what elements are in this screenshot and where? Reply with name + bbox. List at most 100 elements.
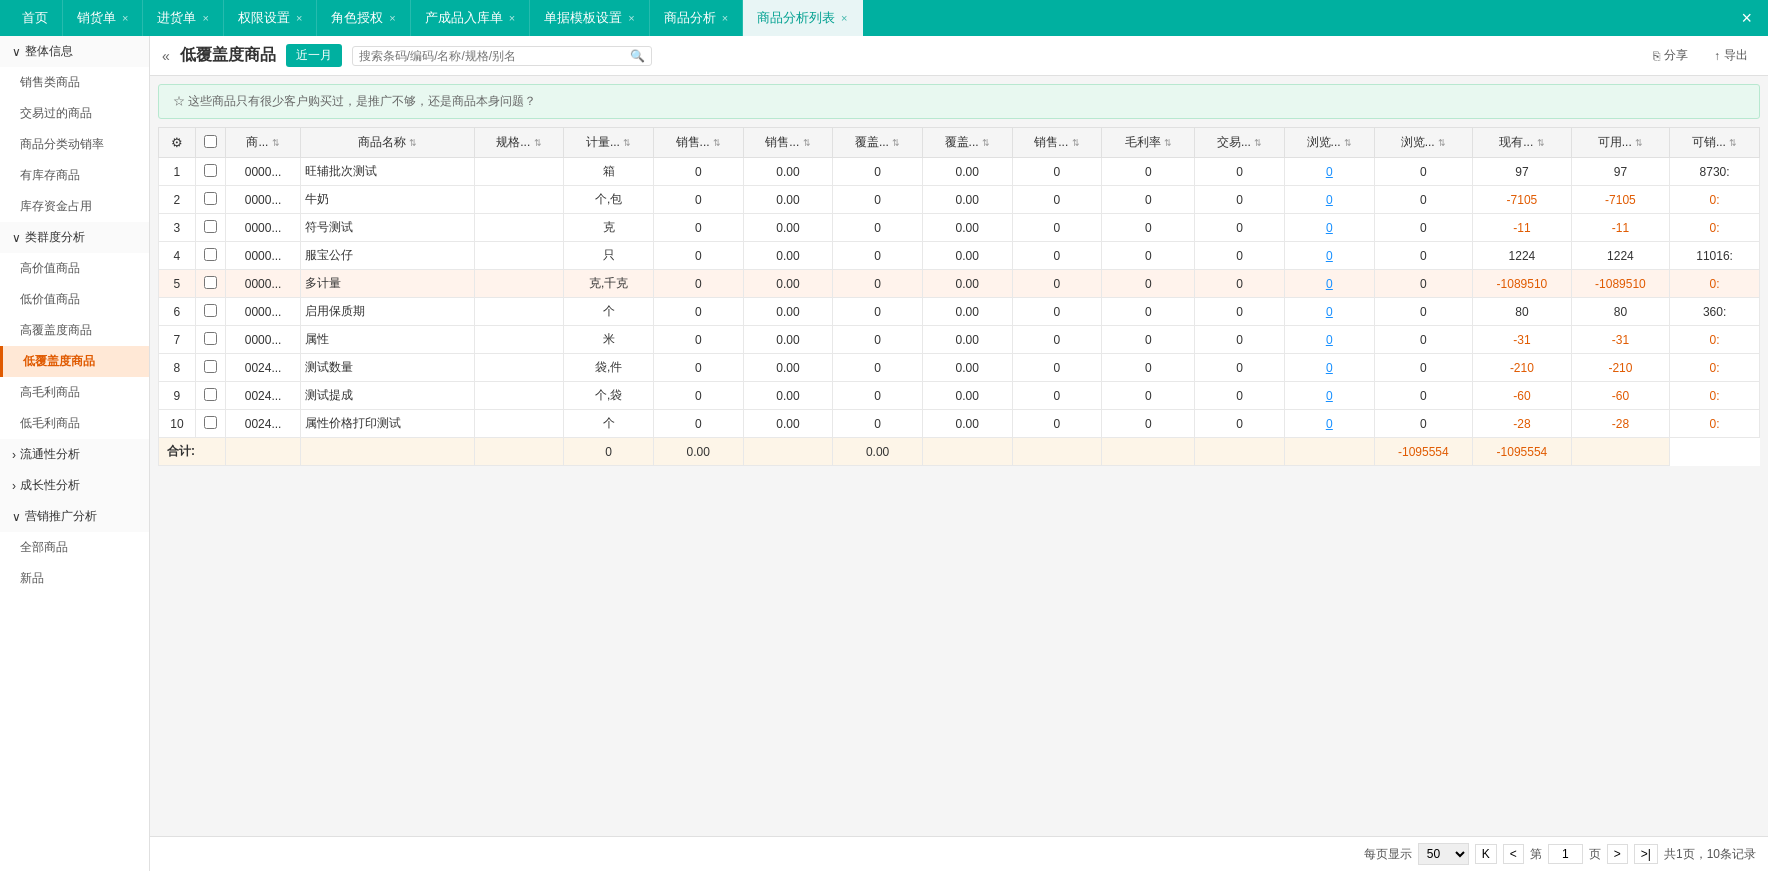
first-page-btn[interactable]: K [1475, 844, 1497, 864]
prev-page-btn[interactable]: < [1503, 844, 1524, 864]
col-unit[interactable]: 计量... ⇅ [564, 128, 654, 158]
row-unit: 个 [564, 410, 654, 438]
nav-purchase-order[interactable]: 进货单 × [143, 0, 223, 36]
row-checkbox[interactable] [204, 248, 217, 261]
last-page-btn[interactable]: >| [1634, 844, 1658, 864]
col-view2[interactable]: 浏览... ⇅ [1374, 128, 1473, 158]
col-current-stock[interactable]: 现有... ⇅ [1473, 128, 1572, 158]
col-trade[interactable]: 交易... ⇅ [1195, 128, 1285, 158]
row-checkbox[interactable] [204, 416, 217, 429]
row-view1[interactable]: 0 [1284, 158, 1374, 186]
col-coverage2[interactable]: 覆盖... ⇅ [922, 128, 1012, 158]
sidebar-item-all-goods[interactable]: 全部商品 [0, 532, 149, 563]
nav-product-analysis-list[interactable]: 商品分析列表 × [743, 0, 862, 36]
sidebar-group-liquidity[interactable]: › 流通性分析 [0, 439, 149, 470]
nav-close-icon[interactable]: × [722, 12, 728, 24]
date-filter-button[interactable]: 近一月 [286, 44, 342, 67]
collapse-sidebar-btn[interactable]: « [162, 48, 170, 64]
col-sales3[interactable]: 销售... ⇅ [1012, 128, 1102, 158]
sidebar-item-high-coverage[interactable]: 高覆盖度商品 [0, 315, 149, 346]
row-checkbox[interactable] [204, 388, 217, 401]
nav-close-icon[interactable]: × [296, 12, 302, 24]
nav-role-auth[interactable]: 角色授权 × [317, 0, 410, 36]
row-checkbox[interactable] [204, 332, 217, 345]
sidebar-group-overall[interactable]: ∨ 整体信息 [0, 36, 149, 67]
row-view1[interactable]: 0 [1284, 270, 1374, 298]
col-available-stock[interactable]: 可用... ⇅ [1571, 128, 1670, 158]
share-button[interactable]: ⎘ 分享 [1645, 44, 1696, 67]
row-checkbox[interactable] [204, 304, 217, 317]
col-coverage1[interactable]: 覆盖... ⇅ [833, 128, 923, 158]
sidebar-item-traded-goods[interactable]: 交易过的商品 [0, 98, 149, 129]
search-icon[interactable]: 🔍 [630, 49, 645, 63]
col-name[interactable]: 商品名称 ⇅ [301, 128, 474, 158]
row-view1[interactable]: 0 [1284, 214, 1374, 242]
row-no: 9 [159, 382, 196, 410]
sidebar-item-low-value[interactable]: 低价值商品 [0, 284, 149, 315]
row-checkbox[interactable] [204, 220, 217, 233]
col-settings[interactable]: ⚙ [159, 128, 196, 158]
search-input[interactable] [359, 49, 630, 63]
row-view1[interactable]: 0 [1284, 410, 1374, 438]
nav-sales-order[interactable]: 销货单 × [63, 0, 143, 36]
row-unit: 克 [564, 214, 654, 242]
sidebar-item-high-value[interactable]: 高价值商品 [0, 253, 149, 284]
sidebar-group-cluster[interactable]: ∨ 类群度分析 [0, 222, 149, 253]
sidebar-item-low-coverage[interactable]: 低覆盖度商品 [0, 346, 149, 377]
row-checkbox[interactable] [204, 192, 217, 205]
sidebar-group-growth[interactable]: › 成长性分析 [0, 470, 149, 501]
row-view1[interactable]: 0 [1284, 382, 1374, 410]
row-coverage2: 0.00 [922, 158, 1012, 186]
nav-product-analysis[interactable]: 商品分析 × [650, 0, 743, 36]
row-view1[interactable]: 0 [1284, 326, 1374, 354]
page-size-select[interactable]: 10 20 50 100 [1418, 843, 1469, 865]
sidebar-item-in-stock-goods[interactable]: 有库存商品 [0, 160, 149, 191]
row-sales3: 0 [1012, 158, 1102, 186]
table-container[interactable]: ⚙ 商... ⇅ 商品名称 ⇅ 规格... ⇅ 计量... ⇅ 销售... ⇅ … [158, 127, 1760, 836]
row-view1[interactable]: 0 [1284, 354, 1374, 382]
nav-close-icon[interactable]: × [389, 12, 395, 24]
row-trade: 0 [1195, 158, 1285, 186]
sidebar-group-marketing[interactable]: ∨ 营销推广分析 [0, 501, 149, 532]
col-sellable[interactable]: 可销... ⇅ [1670, 128, 1760, 158]
sidebar-item-sales-goods[interactable]: 销售类商品 [0, 67, 149, 98]
nav-close-icon[interactable]: × [202, 12, 208, 24]
row-checkbox[interactable] [204, 164, 217, 177]
sidebar-item-category-turnover[interactable]: 商品分类动销率 [0, 129, 149, 160]
nav-doc-template[interactable]: 单据模板设置 × [530, 0, 649, 36]
col-sales-qty[interactable]: 销售... ⇅ [653, 128, 743, 158]
nav-close-icon[interactable]: × [841, 12, 847, 24]
nav-finished-goods[interactable]: 产成品入库单 × [411, 0, 530, 36]
col-spec[interactable]: 规格... ⇅ [474, 128, 564, 158]
row-view1[interactable]: 0 [1284, 298, 1374, 326]
col-view1[interactable]: 浏览... ⇅ [1284, 128, 1374, 158]
col-sales-amt[interactable]: 销售... ⇅ [743, 128, 833, 158]
nav-close-icon[interactable]: × [628, 12, 634, 24]
sidebar-item-stock-capital[interactable]: 库存资金占用 [0, 191, 149, 222]
nav-close-all[interactable]: × [1733, 8, 1760, 29]
export-button[interactable]: ↑ 导出 [1706, 44, 1756, 67]
nav-close-icon[interactable]: × [509, 12, 515, 24]
row-trade: 0 [1195, 382, 1285, 410]
row-coverage2: 0.00 [922, 298, 1012, 326]
row-checkbox[interactable] [204, 276, 217, 289]
col-code[interactable]: 商... ⇅ [225, 128, 300, 158]
row-sales-qty: 0 [653, 382, 743, 410]
nav-home[interactable]: 首页 [8, 0, 63, 36]
next-page-btn[interactable]: > [1607, 844, 1628, 864]
sidebar-item-low-margin[interactable]: 低毛利商品 [0, 408, 149, 439]
row-coverage2: 0.00 [922, 410, 1012, 438]
row-checkbox[interactable] [204, 360, 217, 373]
nav-permission-settings[interactable]: 权限设置 × [224, 0, 317, 36]
col-gross-rate[interactable]: 毛利率 ⇅ [1102, 128, 1195, 158]
page-number-input[interactable] [1548, 844, 1583, 864]
row-unit: 个 [564, 298, 654, 326]
sidebar-item-high-margin[interactable]: 高毛利商品 [0, 377, 149, 408]
select-all-checkbox[interactable] [204, 135, 217, 148]
row-name: 服宝公仔 [301, 242, 474, 270]
sidebar-item-new-goods[interactable]: 新品 [0, 563, 149, 594]
row-view1[interactable]: 0 [1284, 186, 1374, 214]
row-code: 0000... [225, 242, 300, 270]
row-view1[interactable]: 0 [1284, 242, 1374, 270]
nav-close-icon[interactable]: × [122, 12, 128, 24]
